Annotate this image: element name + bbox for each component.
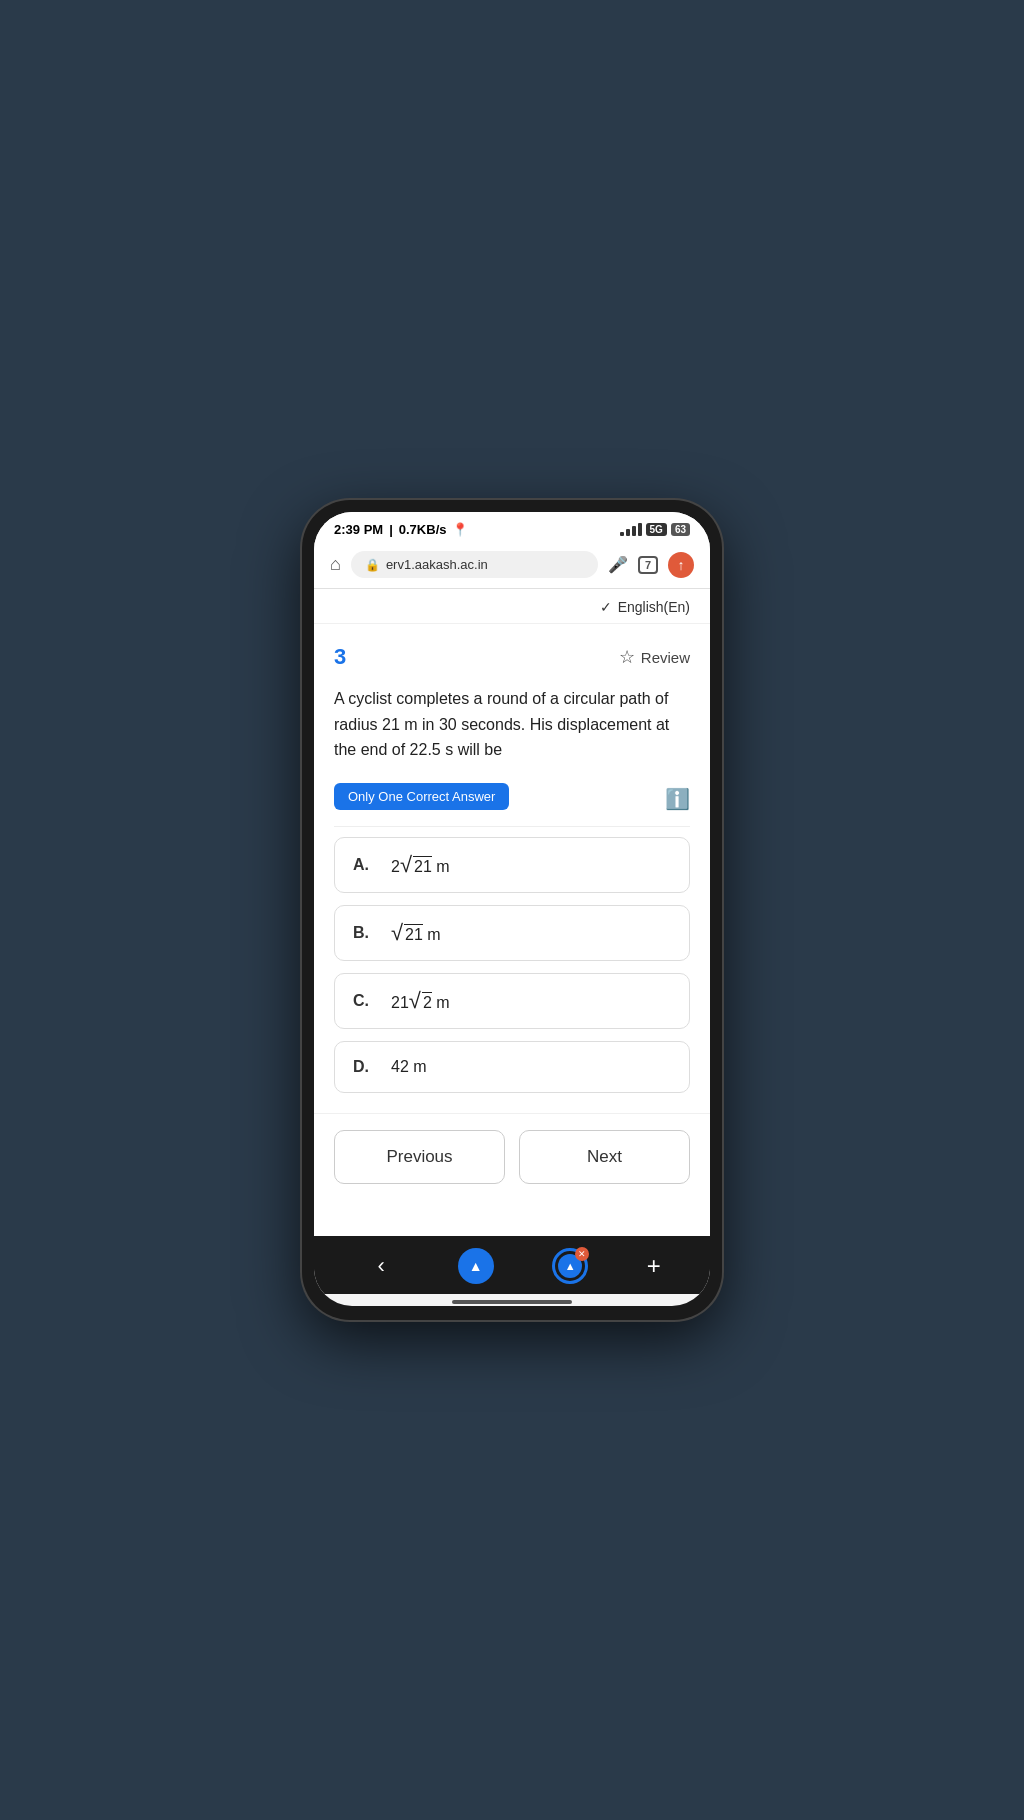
question-number: 3 — [334, 644, 346, 670]
network-badge: 5G — [646, 523, 667, 536]
question-section: 3 ☆ Review A cyclist completes a round o… — [314, 624, 710, 826]
next-button[interactable]: Next — [519, 1130, 690, 1184]
option-a[interactable]: A. 2√21 m — [334, 837, 690, 893]
option-d-label: D. — [353, 1058, 377, 1076]
browser-icons: 🎤 7 ↑ — [608, 552, 694, 578]
language-selector[interactable]: ✓ English(En) — [600, 599, 690, 615]
phone-frame: 2:39 PM | 0.7KB/s 📍 5G 63 ⌂ 🔒 — [302, 500, 722, 1320]
add-icon[interactable]: + — [647, 1252, 661, 1280]
option-b-label: B. — [353, 924, 377, 942]
option-a-text: 2√21 m — [391, 854, 450, 876]
main-content: ✓ English(En) 3 ☆ Review A cyclist compl… — [314, 589, 710, 1236]
phone-screen: 2:39 PM | 0.7KB/s 📍 5G 63 ⌂ 🔒 — [314, 512, 710, 1306]
star-icon: ☆ — [619, 646, 635, 668]
microphone-icon[interactable]: 🎤 — [608, 555, 628, 574]
info-icon[interactable]: ℹ️ — [665, 787, 690, 811]
nav-buttons: Previous Next — [314, 1113, 710, 1204]
status-left: 2:39 PM | 0.7KB/s 📍 — [334, 522, 468, 537]
answer-type-badge: Only One Correct Answer — [334, 783, 509, 810]
url-bar[interactable]: 🔒 erv1.aakash.ac.in — [351, 551, 598, 578]
url-text: erv1.aakash.ac.in — [386, 557, 488, 572]
option-c-text: 21√2 m — [391, 990, 450, 1012]
upload-icon[interactable]: ↑ — [668, 552, 694, 578]
review-label: Review — [641, 649, 690, 666]
home-icon[interactable]: ⌂ — [330, 554, 341, 575]
back-nav-icon[interactable]: ‹ — [363, 1248, 399, 1284]
question-text: A cyclist completes a round of a circula… — [334, 686, 690, 763]
option-b-text: √21 m — [391, 922, 441, 944]
language-label: English(En) — [618, 599, 690, 615]
option-d-text: 42 m — [391, 1058, 427, 1076]
aakash-logo-1[interactable]: ▲ — [458, 1248, 494, 1284]
options-section: A. 2√21 m B. √21 m C. 21√2 m — [314, 827, 710, 1113]
time-display: 2:39 PM — [334, 522, 383, 537]
aakash-logo-2[interactable]: ▲ ✕ — [552, 1248, 588, 1284]
option-b[interactable]: B. √21 m — [334, 905, 690, 961]
signal-icon — [620, 523, 642, 536]
option-c-label: C. — [353, 992, 377, 1010]
checkmark-icon: ✓ — [600, 599, 612, 615]
option-c[interactable]: C. 21√2 m — [334, 973, 690, 1029]
lock-icon: 🔒 — [365, 558, 380, 572]
status-right: 5G 63 — [620, 523, 690, 536]
sqrt-21-a: √21 — [400, 854, 432, 876]
home-indicator — [452, 1300, 572, 1304]
previous-button[interactable]: Previous — [334, 1130, 505, 1184]
close-badge: ✕ — [575, 1247, 589, 1261]
question-header: 3 ☆ Review — [334, 644, 690, 670]
gps-icon: 📍 — [452, 522, 468, 537]
option-a-label: A. — [353, 856, 377, 874]
sqrt-2-c: √2 — [409, 990, 432, 1012]
language-bar: ✓ English(En) — [314, 589, 710, 624]
data-speed-value: 0.7KB/s — [399, 522, 447, 537]
browser-bar: ⌂ 🔒 erv1.aakash.ac.in 🎤 7 ↑ — [314, 543, 710, 589]
data-speed: | — [389, 522, 393, 537]
review-button[interactable]: ☆ Review — [619, 646, 690, 668]
sqrt-21-b: √21 — [391, 922, 423, 944]
tab-count[interactable]: 7 — [638, 556, 658, 574]
status-bar: 2:39 PM | 0.7KB/s 📍 5G 63 — [314, 512, 710, 543]
bottom-nav: ‹ ▲ ▲ ✕ + — [314, 1236, 710, 1294]
option-d[interactable]: D. 42 m — [334, 1041, 690, 1093]
battery-badge: 63 — [671, 523, 690, 536]
